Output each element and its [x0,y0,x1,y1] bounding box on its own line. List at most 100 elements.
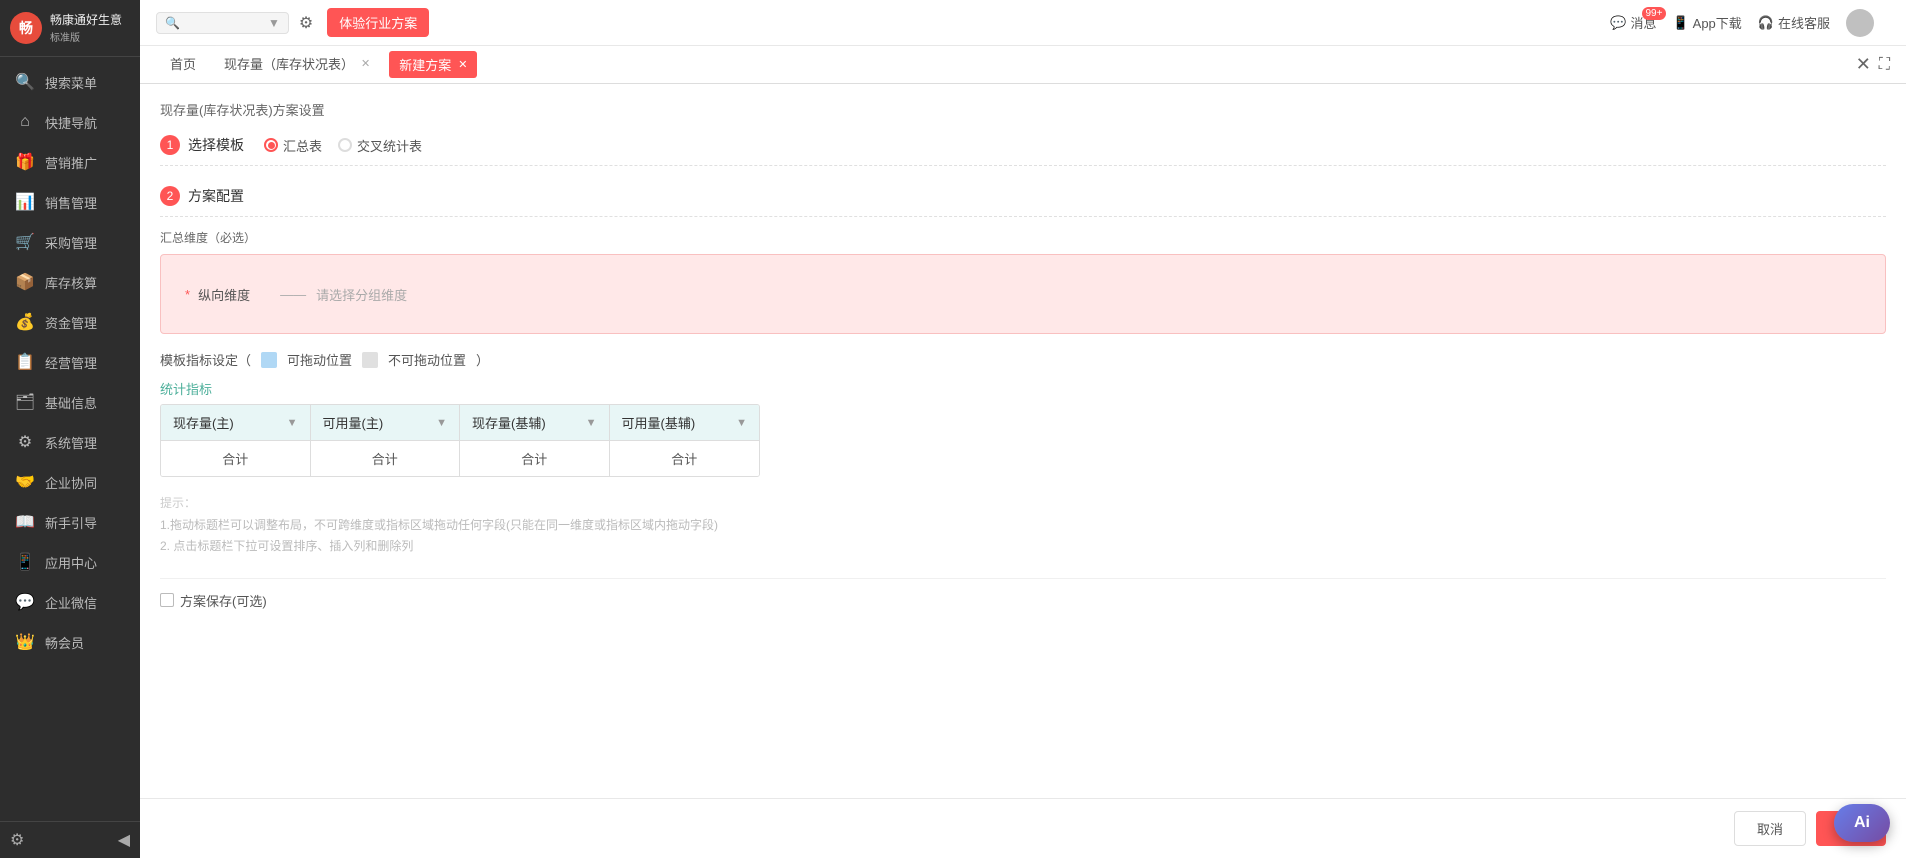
sidebar-item-search[interactable]: 🔍 搜索菜单 [0,62,140,102]
gear-icon[interactable]: ⚙ [299,13,313,33]
sidebar-item-appstore-label: 应用中心 [45,553,97,572]
sidebar-item-purchase[interactable]: 🛒 采购管理 [0,222,140,262]
sidebar-item-system[interactable]: ⚙ 系统管理 [0,422,140,462]
cell-current-main-summary: 合计 [161,440,311,476]
tab-inventory-label: 现存量（库存状况表） [224,54,354,73]
tabbar: 首页 现存量（库存状况表） ✕ 新建方案 ✕ ✕ ⛶ [140,46,1906,84]
ai-fab-button[interactable]: Ai [1834,804,1890,842]
logo-icon: 畅 [10,12,42,44]
save-checkbox[interactable] [160,593,174,607]
expand-icon[interactable]: ⛶ [1879,56,1890,74]
message-icon: 💬 [1610,15,1626,31]
search-input[interactable] [184,16,264,30]
sidebar-item-newuser[interactable]: 📖 新手引导 [0,502,140,542]
settings-icon[interactable]: ⚙ [10,830,24,850]
finance-icon: 💰 [15,312,35,332]
indicator-label: 模板指标设定（ [160,350,251,369]
sidebar-item-finance-label: 资金管理 [45,313,97,332]
tab-new-plan[interactable]: 新建方案 ✕ [389,51,477,78]
tab-new-plan-label: 新建方案 [399,55,451,74]
topbar: 🔍 ▼ ⚙ 体验行业方案 💬 消息 99+ 📱 App下载 🎧 在线客服 [140,0,1906,46]
sidebar-item-purchase-label: 采购管理 [45,233,97,252]
tab-inventory-close-icon[interactable]: ✕ [361,57,370,70]
sidebar-item-inventory[interactable]: 📦 库存核算 [0,262,140,302]
radio-summary-label: 汇总表 [283,136,322,155]
tips-title: 提示： [160,496,196,510]
modal-close-icon[interactable]: ✕ [1856,54,1871,75]
tab-inventory-status[interactable]: 现存量（库存状况表） ✕ [210,46,384,83]
sidebar-item-basic[interactable]: 🗂 基础信息 [0,382,140,422]
industry-btn[interactable]: 体验行业方案 [327,8,429,37]
sidebar-item-basic-label: 基础信息 [45,393,97,412]
col-available-main-label: 可用量(主) [323,413,384,432]
stats-table: 现存量(主) ▼ 可用量(主) ▼ 现存量(基辅) ▼ [160,404,760,477]
sidebar-item-operation-label: 经营管理 [45,353,97,372]
col-available-aux-label: 可用量(基辅) [622,413,696,432]
topbar-right: 💬 消息 99+ 📱 App下载 🎧 在线客服 [1610,9,1890,37]
sidebar-item-newuser-label: 新手引导 [45,513,97,532]
col-current-aux-label: 现存量(基辅) [472,413,546,432]
radio-summary[interactable]: 汇总表 [264,136,322,155]
action-bar: 取消 查询 [140,798,1906,858]
sidebar-item-marketing[interactable]: 🎁 营销推广 [0,142,140,182]
required-label: 汇总维度（必选） [160,229,1886,246]
main-area: 🔍 ▼ ⚙ 体验行业方案 💬 消息 99+ 📱 App下载 🎧 在线客服 [140,0,1906,858]
col-current-aux-chevron[interactable]: ▼ [586,417,597,429]
col-available-aux-chevron[interactable]: ▼ [736,417,747,429]
col-header-current-main[interactable]: 现存量(主) ▼ [161,405,311,440]
avatar[interactable] [1846,9,1874,37]
sidebar-nav: 🔍 搜索菜单 ⌂ 快捷导航 🎁 营销推广 📊 销售管理 🛒 采购管理 📦 库存核… [0,57,140,821]
appstore-icon: 📱 [15,552,35,572]
section1-header: 1 选择模板 汇总表 交叉统计表 [160,135,1886,166]
non-draggable-label: 不可拖动位置 [388,350,466,369]
save-section: 方案保存(可选) [160,578,1886,622]
service-label: 在线客服 [1778,13,1830,32]
sidebar-item-member[interactable]: 👑 畅会员 [0,622,140,662]
collapse-icon[interactable]: ◀ [118,830,130,850]
col-header-available-main[interactable]: 可用量(主) ▼ [311,405,461,440]
basic-icon: 🗂 [15,392,35,412]
search-dropdown-icon[interactable]: ▼ [268,16,280,30]
sidebar-item-enterprise-label: 企业协同 [45,473,97,492]
sidebar-item-wechat-label: 企业微信 [45,593,97,612]
service-btn[interactable]: 🎧 在线客服 [1758,13,1830,32]
sidebar-item-wechat[interactable]: 💬 企业微信 [0,582,140,622]
dimension-label: 纵向维度 [198,285,250,304]
member-icon: 👑 [15,632,35,652]
sidebar-item-operation[interactable]: 📋 经营管理 [0,342,140,382]
required-mark: * [185,287,190,302]
cell-available-main-summary: 合计 [311,440,461,476]
radio-cross[interactable]: 交叉统计表 [338,136,422,155]
message-btn[interactable]: 💬 消息 99+ [1610,13,1656,32]
col-header-available-aux[interactable]: 可用量(基辅) ▼ [610,405,760,440]
tab-home-label: 首页 [170,54,196,73]
radio-summary-circle [264,138,278,152]
section-config: 2 方案配置 汇总维度（必选） * 纵向维度 —— 请选择分组维度 模板指标设定… [160,186,1886,558]
operation-icon: 📋 [15,352,35,372]
draggable-label: 可拖动位置 [287,350,352,369]
sidebar-item-search-label: 搜索菜单 [45,73,97,92]
col-header-current-aux[interactable]: 现存量(基辅) ▼ [460,405,610,440]
app-download-btn[interactable]: 📱 App下载 [1672,13,1741,32]
tips-section: 提示： 1.拖动标题栏可以调整布局，不可跨维度或指标区域拖动任何字段(只能在同一… [160,493,1886,558]
sidebar-item-enterprise[interactable]: 🤝 企业协同 [0,462,140,502]
cancel-button[interactable]: 取消 [1734,811,1806,846]
radio-cross-circle [338,138,352,152]
search-box[interactable]: 🔍 ▼ [156,12,289,34]
col-available-main-chevron[interactable]: ▼ [436,417,447,429]
col-current-main-chevron[interactable]: ▼ [287,417,298,429]
tab-new-plan-close-icon[interactable]: ✕ [458,58,467,71]
search-magnify-icon: 🔍 [165,16,180,30]
dimension-area[interactable]: * 纵向维度 —— 请选择分组维度 [160,254,1886,334]
tab-home[interactable]: 首页 [156,46,210,83]
headset-icon: 🎧 [1758,15,1774,31]
purchase-icon: 🛒 [15,232,35,252]
content-inner: 现存量(库存状况表)方案设置 1 选择模板 汇总表 交叉统计表 [140,84,1906,638]
cell-current-aux-summary: 合计 [460,440,610,476]
sidebar-item-sales[interactable]: 📊 销售管理 [0,182,140,222]
sidebar-item-quicknav[interactable]: ⌂ 快捷导航 [0,102,140,142]
message-badge: 99+ [1642,7,1667,20]
sidebar-item-appstore[interactable]: 📱 应用中心 [0,542,140,582]
dimension-dash: —— [280,287,306,302]
sidebar-item-finance[interactable]: 💰 资金管理 [0,302,140,342]
